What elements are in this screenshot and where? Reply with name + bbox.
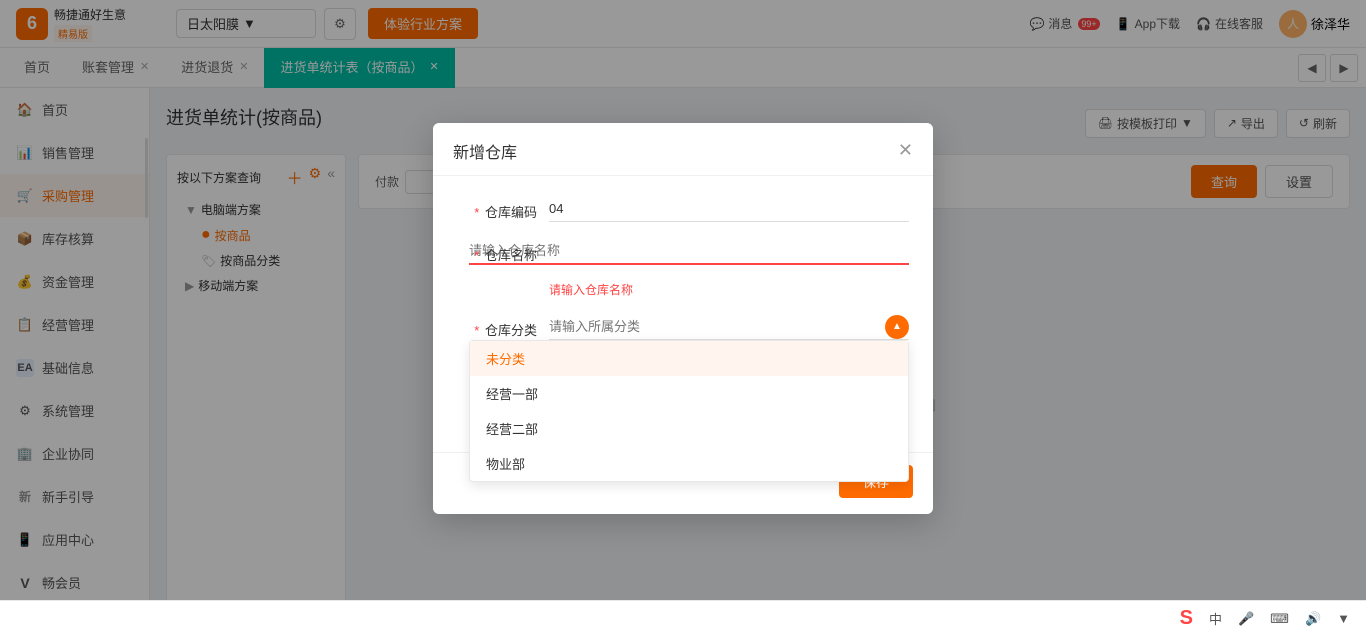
name-label: * 仓库名称 [457,239,537,264]
name-row: * 仓库名称 请输入仓库名称 [457,238,909,298]
dropdown-item-dept1[interactable]: 经营一部 [470,376,908,411]
dropdown-item-dept3[interactable]: 物业部 [470,446,908,481]
bottom-mic-icon[interactable]: 🎤 [1238,611,1254,627]
dropdown-item-dept2[interactable]: 经营二部 [470,411,908,446]
code-label: * 仓库编码 [457,196,537,221]
code-input[interactable] [549,196,909,222]
bottom-settings-icon[interactable]: ▼ [1337,611,1350,626]
bottom-keyboard-icon[interactable]: ⌨ [1270,611,1289,627]
dialog-header: 新增仓库 ✕ [433,123,933,176]
name-error-msg: 请输入仓库名称 [549,281,829,298]
bottom-logo-icon: S [1180,607,1193,630]
dropdown-item-uncat[interactable]: 未分类 [470,341,908,376]
dialog-overlay: 新增仓库 ✕ * 仓库编码 * 仓库名称 [0,0,1366,636]
category-label: * 仓库分类 [457,314,537,339]
category-toggle-button[interactable]: ▲ [885,315,909,339]
bottom-zh-icon: 中 [1209,609,1222,628]
dialog-body: * 仓库编码 * 仓库名称 请输入仓库名称 [433,176,933,452]
category-row: * 仓库分类 ▲ 未分类 经营一部 经营二部 [457,314,909,340]
bottom-bar: S 中 🎤 ⌨ 🔊 ▼ [0,600,1366,636]
error-text: 请输入仓库名称 [549,283,633,297]
dialog-close-button[interactable]: ✕ [898,140,913,161]
category-select-container: ▲ 未分类 经营一部 经营二部 物业部 [549,314,909,340]
category-input[interactable] [549,314,909,340]
new-warehouse-dialog: 新增仓库 ✕ * 仓库编码 * 仓库名称 [433,123,933,514]
bottom-speaker-icon[interactable]: 🔊 [1305,611,1321,627]
dialog-title: 新增仓库 [453,139,517,163]
code-row: * 仓库编码 [457,196,909,222]
category-dropdown: 未分类 经营一部 经营二部 物业部 [469,340,909,482]
